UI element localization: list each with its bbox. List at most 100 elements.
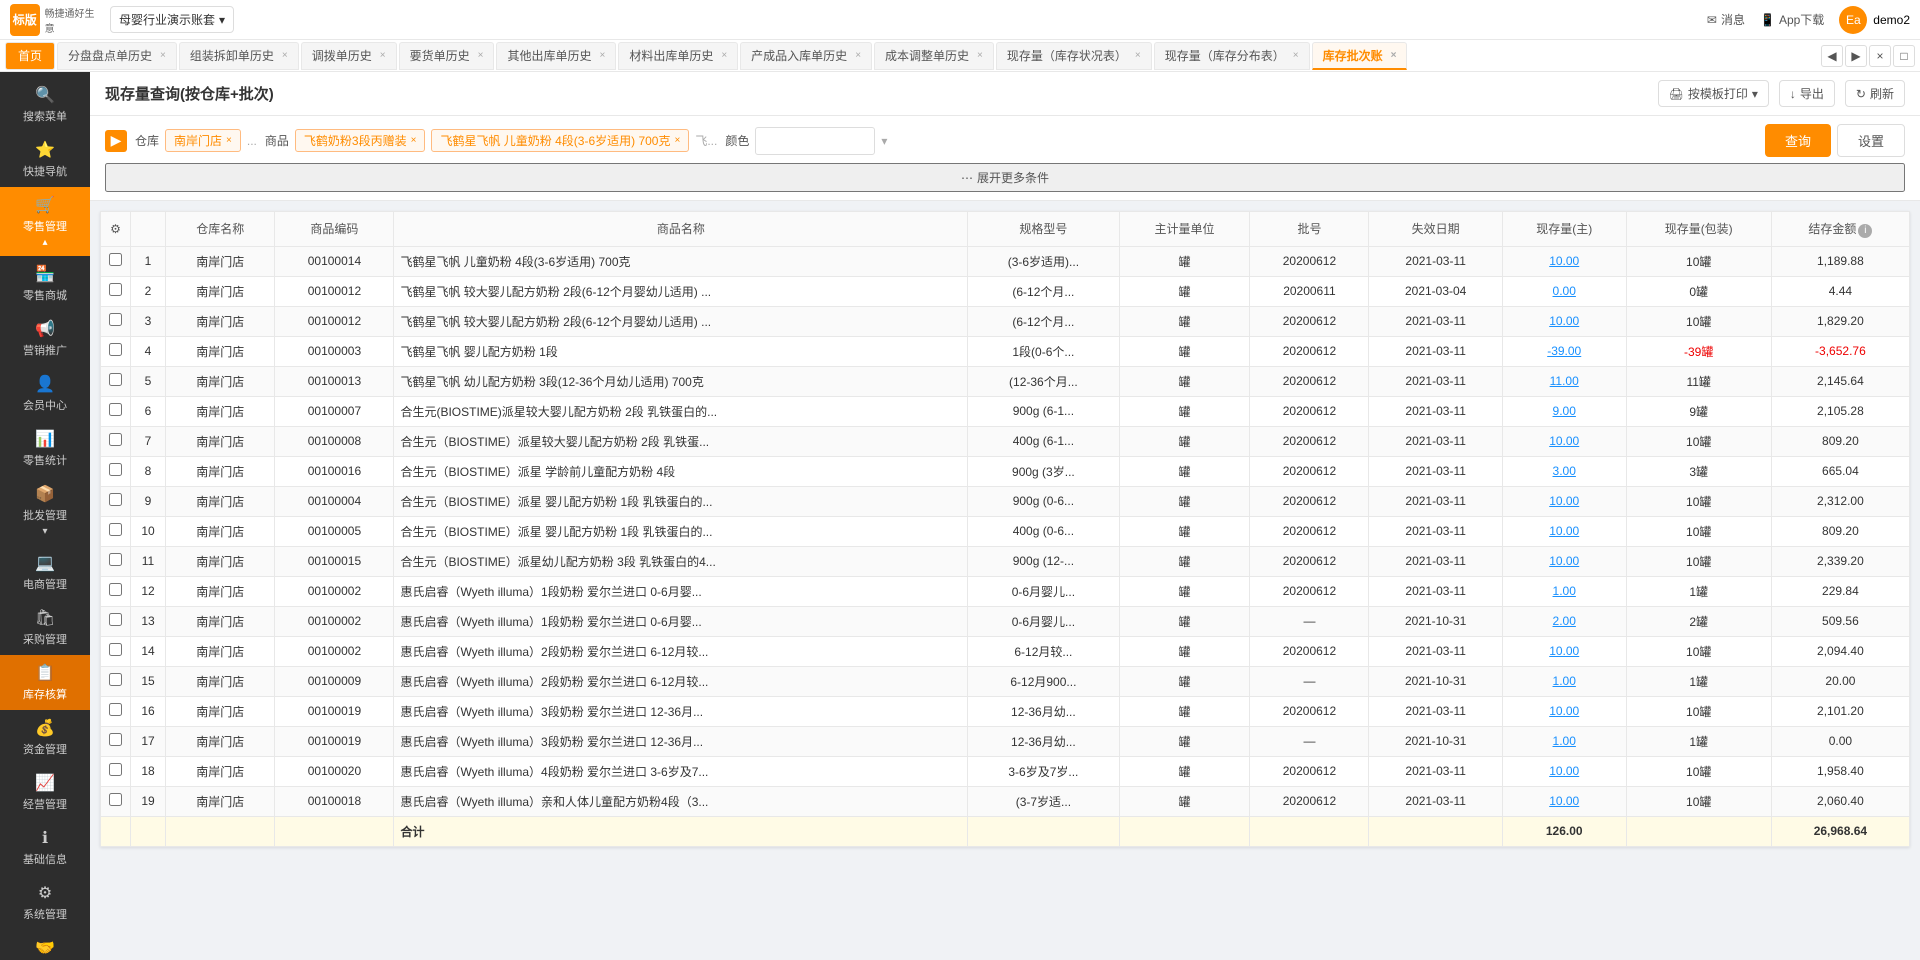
close-chengben-icon[interactable]: ×	[977, 50, 983, 61]
close-kucunfen-icon[interactable]: ×	[1293, 50, 1299, 61]
tab-chanpin[interactable]: 产成品入库单历史 ×	[740, 42, 872, 70]
row-qty-main[interactable]: 1.00	[1502, 726, 1626, 756]
row-checkbox-cell[interactable]	[101, 696, 131, 726]
row-checkbox-cell[interactable]	[101, 366, 131, 396]
product-tag-1[interactable]: 飞鹤奶粉3段丙赠装 ×	[295, 129, 426, 152]
close-fenpan-icon[interactable]: ×	[160, 50, 166, 61]
row-qty-main[interactable]: 10.00	[1502, 246, 1626, 276]
row-qty-main[interactable]: 9.00	[1502, 396, 1626, 426]
row-checkbox-cell[interactable]	[101, 426, 131, 456]
row-checkbox-cell[interactable]	[101, 336, 131, 366]
row-qty-main[interactable]: 1.00	[1502, 666, 1626, 696]
row-checkbox[interactable]	[109, 793, 122, 806]
row-qty-main[interactable]: 10.00	[1502, 636, 1626, 666]
expand-more-btn[interactable]: ⋯ 展开更多条件	[105, 163, 1905, 192]
close-zuzhang-icon[interactable]: ×	[282, 50, 288, 61]
product-tag-1-close-icon[interactable]: ×	[411, 135, 417, 146]
row-qty-main[interactable]: 10.00	[1502, 756, 1626, 786]
row-qty-main[interactable]: 10.00	[1502, 786, 1626, 816]
tab-prev-btn[interactable]: ◀	[1821, 45, 1843, 67]
close-diaobo-icon[interactable]: ×	[380, 50, 386, 61]
close-kucunzhuang-icon[interactable]: ×	[1135, 50, 1141, 61]
message-btn[interactable]: ✉ 消息	[1707, 11, 1745, 28]
row-qty-main[interactable]: 10.00	[1502, 696, 1626, 726]
user-avatar[interactable]: Ea	[1839, 6, 1867, 34]
query-btn[interactable]: 查询	[1765, 124, 1831, 157]
store-selector[interactable]: 母婴行业演示账套 ▾	[110, 6, 234, 33]
row-checkbox[interactable]	[109, 613, 122, 626]
row-qty-main[interactable]: 2.00	[1502, 606, 1626, 636]
tab-fenpan[interactable]: 分盘盘点单历史 ×	[57, 42, 177, 70]
row-checkbox-cell[interactable]	[101, 726, 131, 756]
row-qty-main[interactable]: 1.00	[1502, 576, 1626, 606]
close-chanpin-icon[interactable]: ×	[855, 50, 861, 61]
tab-cailiao[interactable]: 材料出库单历史 ×	[618, 42, 738, 70]
row-qty-main[interactable]: 0.00	[1502, 276, 1626, 306]
row-checkbox-cell[interactable]	[101, 606, 131, 636]
tab-diaobo[interactable]: 调拨单历史 ×	[301, 42, 397, 70]
row-checkbox-cell[interactable]	[101, 396, 131, 426]
sidebar-item-ecom[interactable]: 💻 电商管理	[0, 545, 90, 600]
row-checkbox[interactable]	[109, 673, 122, 686]
sidebar-item-wholesale[interactable]: 📦 批发管理 ▾	[0, 476, 90, 545]
app-download-btn[interactable]: 📱 App下载	[1760, 11, 1824, 28]
warehouse-tag-close-icon[interactable]: ×	[226, 135, 232, 146]
sidebar-item-purchase[interactable]: 🛍 采购管理	[0, 600, 90, 655]
close-yaohuo-icon[interactable]: ×	[478, 50, 484, 61]
warehouse-tag[interactable]: 南岸门店 ×	[165, 129, 241, 152]
row-checkbox[interactable]	[109, 283, 122, 296]
row-checkbox[interactable]	[109, 253, 122, 266]
tab-chuku[interactable]: 其他出库单历史 ×	[496, 42, 616, 70]
sidebar-item-nav[interactable]: ⭐ 快捷导航	[0, 132, 90, 187]
row-checkbox[interactable]	[109, 463, 122, 476]
sidebar-item-search[interactable]: 🔍 搜索菜单	[0, 77, 90, 132]
row-checkbox[interactable]	[109, 313, 122, 326]
row-checkbox-cell[interactable]	[101, 666, 131, 696]
tab-yaohuo[interactable]: 要货单历史 ×	[399, 42, 495, 70]
sidebar-item-marketing[interactable]: 📢 营销推广	[0, 311, 90, 366]
warehouse-more-icon[interactable]: ...	[247, 134, 257, 148]
sidebar-item-member[interactable]: 👤 会员中心	[0, 366, 90, 421]
color-dropdown-icon[interactable]: ▾	[881, 134, 887, 148]
tab-kucunfen[interactable]: 现存量（库存分布表） ×	[1154, 42, 1310, 70]
tab-chengben[interactable]: 成本调整单历史 ×	[874, 42, 994, 70]
sidebar-item-mall[interactable]: 🏪 零售商城	[0, 256, 90, 311]
row-checkbox[interactable]	[109, 493, 122, 506]
tab-close-btn[interactable]: ×	[1869, 45, 1891, 67]
print-btn[interactable]: 🖨 按模板打印 ▾	[1658, 80, 1769, 107]
row-qty-main[interactable]: 10.00	[1502, 486, 1626, 516]
row-qty-main[interactable]: 11.00	[1502, 366, 1626, 396]
row-checkbox[interactable]	[109, 343, 122, 356]
sidebar-item-collab[interactable]: 🤝 企业协同	[0, 930, 90, 960]
sidebar-item-stats[interactable]: 📊 零售统计	[0, 421, 90, 476]
row-checkbox-cell[interactable]	[101, 576, 131, 606]
sidebar-item-operation[interactable]: 📈 经营管理	[0, 765, 90, 820]
tab-home[interactable]: 首页	[5, 42, 55, 70]
row-checkbox-cell[interactable]	[101, 246, 131, 276]
export-btn[interactable]: ↓ 导出	[1779, 80, 1835, 107]
close-cailiao-icon[interactable]: ×	[721, 50, 727, 61]
row-qty-main[interactable]: 10.00	[1502, 516, 1626, 546]
product-more-icon[interactable]: 飞...	[695, 132, 717, 149]
row-checkbox[interactable]	[109, 403, 122, 416]
row-checkbox-cell[interactable]	[101, 756, 131, 786]
sidebar-item-system[interactable]: ⚙ 系统管理	[0, 875, 90, 930]
sidebar-item-finance[interactable]: 💰 资金管理	[0, 710, 90, 765]
product-tag-2-close-icon[interactable]: ×	[674, 135, 680, 146]
settings-btn[interactable]: 设置	[1837, 124, 1905, 157]
row-checkbox[interactable]	[109, 733, 122, 746]
row-checkbox[interactable]	[109, 373, 122, 386]
row-checkbox-cell[interactable]	[101, 786, 131, 816]
sidebar-item-retail[interactable]: 🛒 零售管理 ▴	[0, 187, 90, 256]
sidebar-item-base[interactable]: ℹ 基础信息	[0, 820, 90, 875]
tab-kucunpici[interactable]: 库存批次账 ×	[1312, 42, 1408, 70]
row-checkbox[interactable]	[109, 433, 122, 446]
row-checkbox-cell[interactable]	[101, 306, 131, 336]
tab-maximize-btn[interactable]: □	[1893, 45, 1915, 67]
row-checkbox[interactable]	[109, 553, 122, 566]
row-checkbox-cell[interactable]	[101, 636, 131, 666]
tab-zuzhang[interactable]: 组装拆卸单历史 ×	[179, 42, 299, 70]
row-checkbox[interactable]	[109, 583, 122, 596]
tab-next-btn[interactable]: ▶	[1845, 45, 1867, 67]
row-qty-main[interactable]: 10.00	[1502, 546, 1626, 576]
